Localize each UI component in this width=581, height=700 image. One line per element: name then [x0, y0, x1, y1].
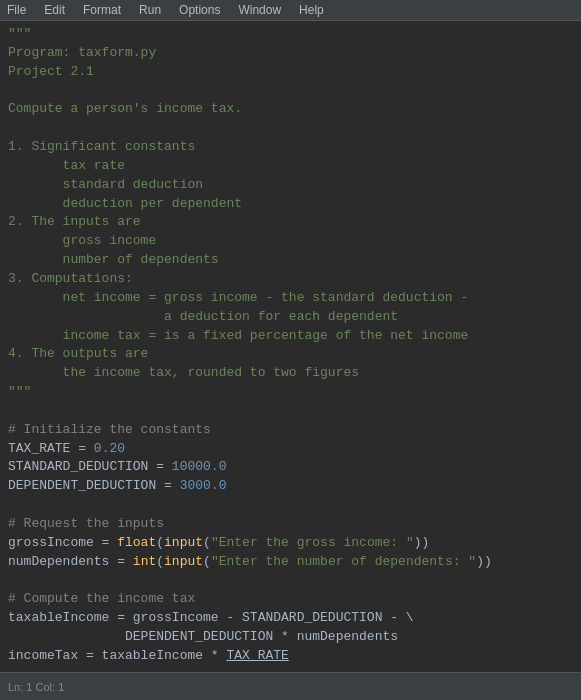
menu-help[interactable]: Help	[296, 2, 327, 18]
app-window: File Edit Format Run Options Window Help…	[0, 0, 581, 700]
status-text: Ln: 1 Col: 1	[8, 681, 64, 693]
menu-options[interactable]: Options	[176, 2, 223, 18]
status-bar: Ln: 1 Col: 1	[0, 672, 581, 700]
menu-window[interactable]: Window	[235, 2, 284, 18]
menu-edit[interactable]: Edit	[41, 2, 68, 18]
menu-run[interactable]: Run	[136, 2, 164, 18]
menu-format[interactable]: Format	[80, 2, 124, 18]
menubar: File Edit Format Run Options Window Help	[0, 0, 581, 21]
code-editor[interactable]: """ Program: taxform.py Project 2.1 Comp…	[0, 21, 581, 672]
menu-file[interactable]: File	[4, 2, 29, 18]
code-content: """ Program: taxform.py Project 2.1 Comp…	[8, 25, 573, 672]
